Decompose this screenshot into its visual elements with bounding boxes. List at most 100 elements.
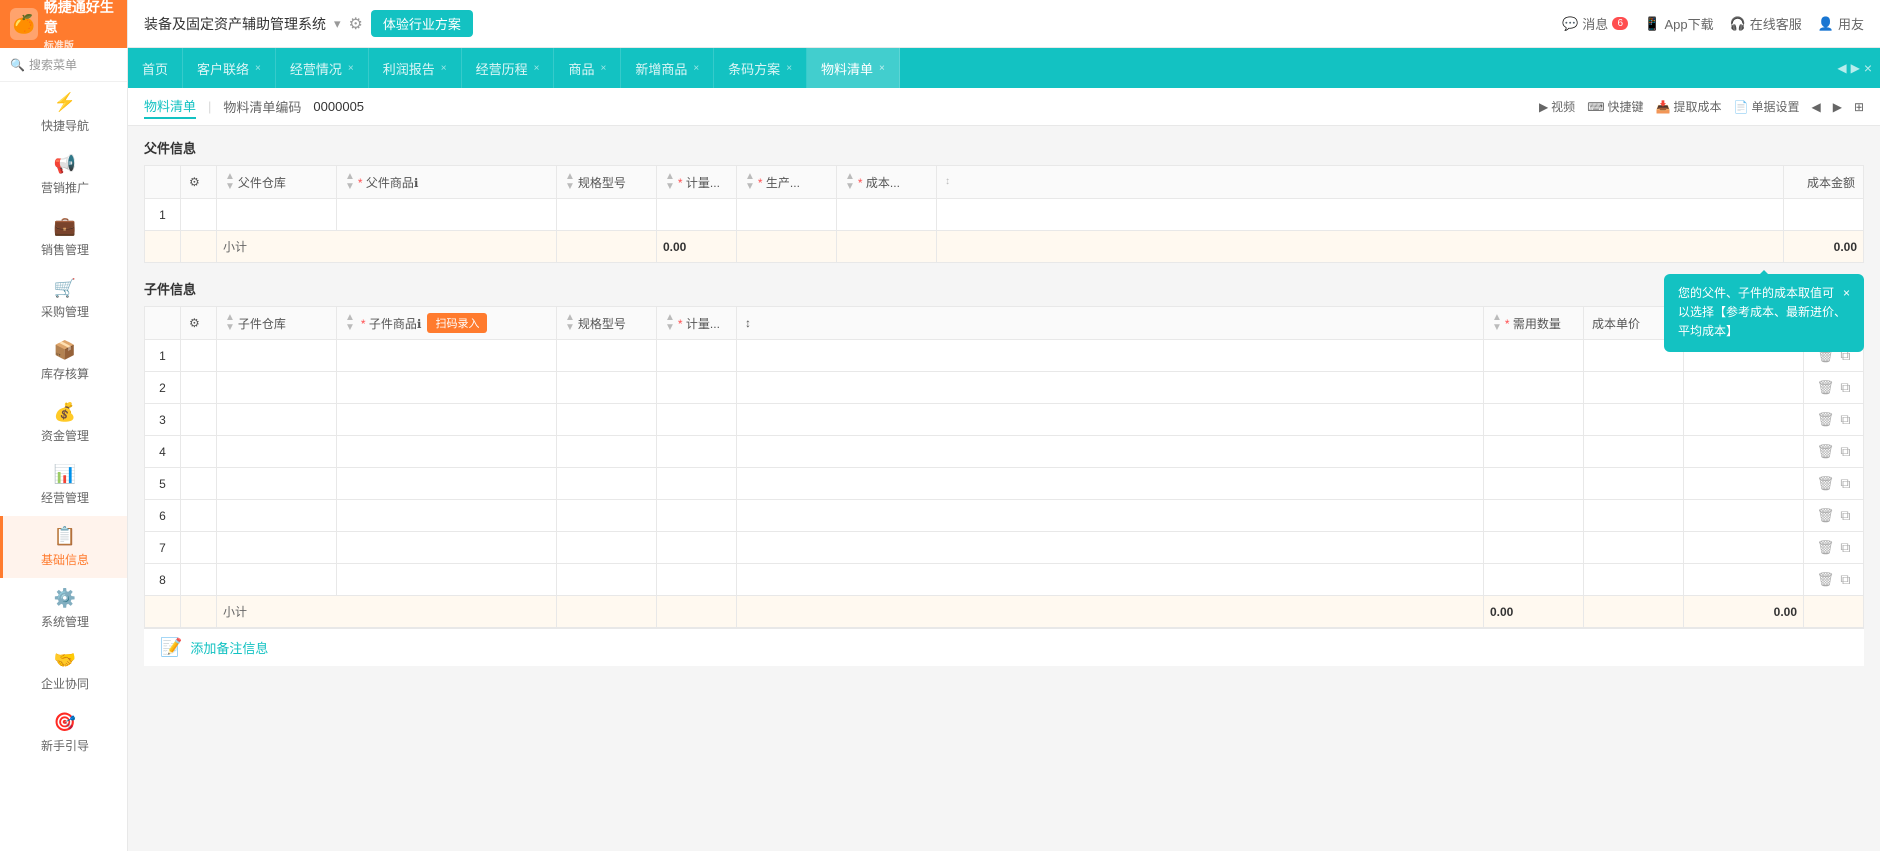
tab-barcode[interactable]: 条码方案 × [714,48,807,88]
child-row-8-product[interactable] [337,564,557,596]
sidebar-item-finance[interactable]: 💰 资金管理 [0,392,127,454]
child-row-4-qty[interactable] [1484,436,1584,468]
tab-history-close[interactable]: × [534,63,540,74]
tab-barcode-close[interactable]: × [786,63,792,74]
nav-next-btn[interactable]: ▶ [1833,100,1842,114]
child-row-2-product[interactable] [337,372,557,404]
sidebar-item-inventory[interactable]: 📦 库存核算 [0,330,127,392]
tab-add-goods[interactable]: 新增商品 × [621,48,714,88]
child-row-5-delete-icon[interactable]: 🗑 [1817,475,1835,492]
shortcut-btn[interactable]: ⌨ 快捷键 [1587,98,1643,115]
child-row-8-spec[interactable] [557,564,657,596]
settings-icon[interactable]: ⚙ [349,14,363,34]
child-row-3-qty[interactable] [1484,404,1584,436]
tab-goods-close[interactable]: × [600,63,606,74]
child-row-2-warehouse[interactable] [217,372,337,404]
child-row-7-unit[interactable] [657,532,737,564]
parent-row-spec[interactable] [557,199,657,231]
child-row-1-warehouse[interactable] [217,340,337,372]
trial-btn[interactable]: 体验行业方案 [371,10,473,37]
tooltip-close-btn[interactable]: × [1843,284,1850,303]
child-row-5-unit[interactable] [657,468,737,500]
tab-home[interactable]: 首页 [128,48,183,88]
child-row-2-unitprice[interactable] [1584,372,1684,404]
tab-bom-close[interactable]: × [879,63,885,74]
tab-operation[interactable]: 经营情况 × [276,48,369,88]
tab-operation-close[interactable]: × [348,63,354,74]
child-row-2-qty[interactable] [1484,372,1584,404]
nav-arrow-left[interactable]: ◀ [1837,61,1846,75]
child-row-2-spec[interactable] [557,372,657,404]
child-row-3-product[interactable] [337,404,557,436]
scan-btn[interactable]: 扫码录入 [427,313,487,333]
child-row-1-qty[interactable] [1484,340,1584,372]
child-row-3-unitprice[interactable] [1584,404,1684,436]
nav-prev-btn[interactable]: ◀ [1811,100,1820,114]
child-row-3-unit[interactable] [657,404,737,436]
tab-bom[interactable]: 物料清单 × [807,48,900,88]
child-row-7-delete-icon[interactable]: 🗑 [1817,539,1835,556]
child-row-4-warehouse[interactable] [217,436,337,468]
child-row-2-unit[interactable] [657,372,737,404]
child-row-2-delete-icon[interactable]: 🗑 [1817,379,1835,396]
child-row-5-warehouse[interactable] [217,468,337,500]
child-row-5-qty[interactable] [1484,468,1584,500]
parent-row-product[interactable] [337,199,557,231]
sidebar-item-enterprise[interactable]: 🤝 企业协同 [0,640,127,702]
sidebar-item-operations[interactable]: 📊 经营管理 [0,454,127,516]
child-row-6-delete-icon[interactable]: 🗑 [1817,507,1835,524]
tab-goods[interactable]: 商品 × [554,48,621,88]
child-row-7-spec[interactable] [557,532,657,564]
sidebar-item-basic-info[interactable]: 📋 基础信息 [0,516,127,578]
sidebar-item-quick-nav[interactable]: ⚡ 快捷导航 [0,82,127,144]
child-row-8-qty[interactable] [1484,564,1584,596]
tab-profit[interactable]: 利润报告 × [369,48,462,88]
bottom-bar-text[interactable]: 添加备注信息 [190,638,268,657]
doc-settings-btn[interactable]: 📄 单据设置 [1734,98,1800,115]
sidebar-search[interactable]: 🔍 搜索菜单 [0,48,127,82]
sidebar-item-marketing[interactable]: 📢 营销推广 [0,144,127,206]
child-row-8-warehouse[interactable] [217,564,337,596]
child-row-3-copy-icon[interactable]: ⧉ [1840,411,1850,428]
child-row-7-qty[interactable] [1484,532,1584,564]
user-item[interactable]: 👤 用友 [1818,14,1864,33]
child-row-6-qty[interactable] [1484,500,1584,532]
sub-tab-bom[interactable]: 物料清单 [144,94,196,119]
child-row-1-spec[interactable] [557,340,657,372]
parent-row-warehouse[interactable] [217,199,337,231]
child-row-4-spec[interactable] [557,436,657,468]
parent-row-production[interactable] [737,199,837,231]
child-row-7-unitprice[interactable] [1584,532,1684,564]
child-row-4-unit[interactable] [657,436,737,468]
child-row-4-unitprice[interactable] [1584,436,1684,468]
app-download-item[interactable]: 📱 App下载 [1644,14,1713,33]
child-row-8-copy-icon[interactable]: ⧉ [1840,571,1850,588]
message-item[interactable]: 💬 消息 6 [1562,14,1628,33]
child-row-6-unitprice[interactable] [1584,500,1684,532]
child-row-7-copy-icon[interactable]: ⧉ [1840,539,1850,556]
child-row-6-unit[interactable] [657,500,737,532]
child-row-5-product[interactable] [337,468,557,500]
child-row-5-unitprice[interactable] [1584,468,1684,500]
extract-cost-btn[interactable]: 📥 提取成本 [1656,98,1722,115]
sidebar-item-sales[interactable]: 💼 销售管理 [0,206,127,268]
child-row-6-warehouse[interactable] [217,500,337,532]
child-row-8-unitprice[interactable] [1584,564,1684,596]
child-th-settings[interactable]: ⚙ [181,307,217,340]
video-btn[interactable]: ▶ 视频 [1539,98,1575,115]
child-row-5-spec[interactable] [557,468,657,500]
child-row-7-product[interactable] [337,532,557,564]
tab-customer[interactable]: 客户联络 × [183,48,276,88]
sidebar-item-guide[interactable]: 🎯 新手引导 [0,702,127,764]
child-row-3-spec[interactable] [557,404,657,436]
child-row-1-product[interactable] [337,340,557,372]
parent-row-unit[interactable] [657,199,737,231]
child-row-4-delete-icon[interactable]: 🗑 [1817,443,1835,460]
child-row-3-warehouse[interactable] [217,404,337,436]
nav-close-all[interactable]: × [1864,60,1872,76]
child-row-3-delete-icon[interactable]: 🗑 [1817,411,1835,428]
child-row-5-copy-icon[interactable]: ⧉ [1840,475,1850,492]
sidebar-item-purchase[interactable]: 🛒 采购管理 [0,268,127,330]
child-row-6-spec[interactable] [557,500,657,532]
child-row-6-product[interactable] [337,500,557,532]
